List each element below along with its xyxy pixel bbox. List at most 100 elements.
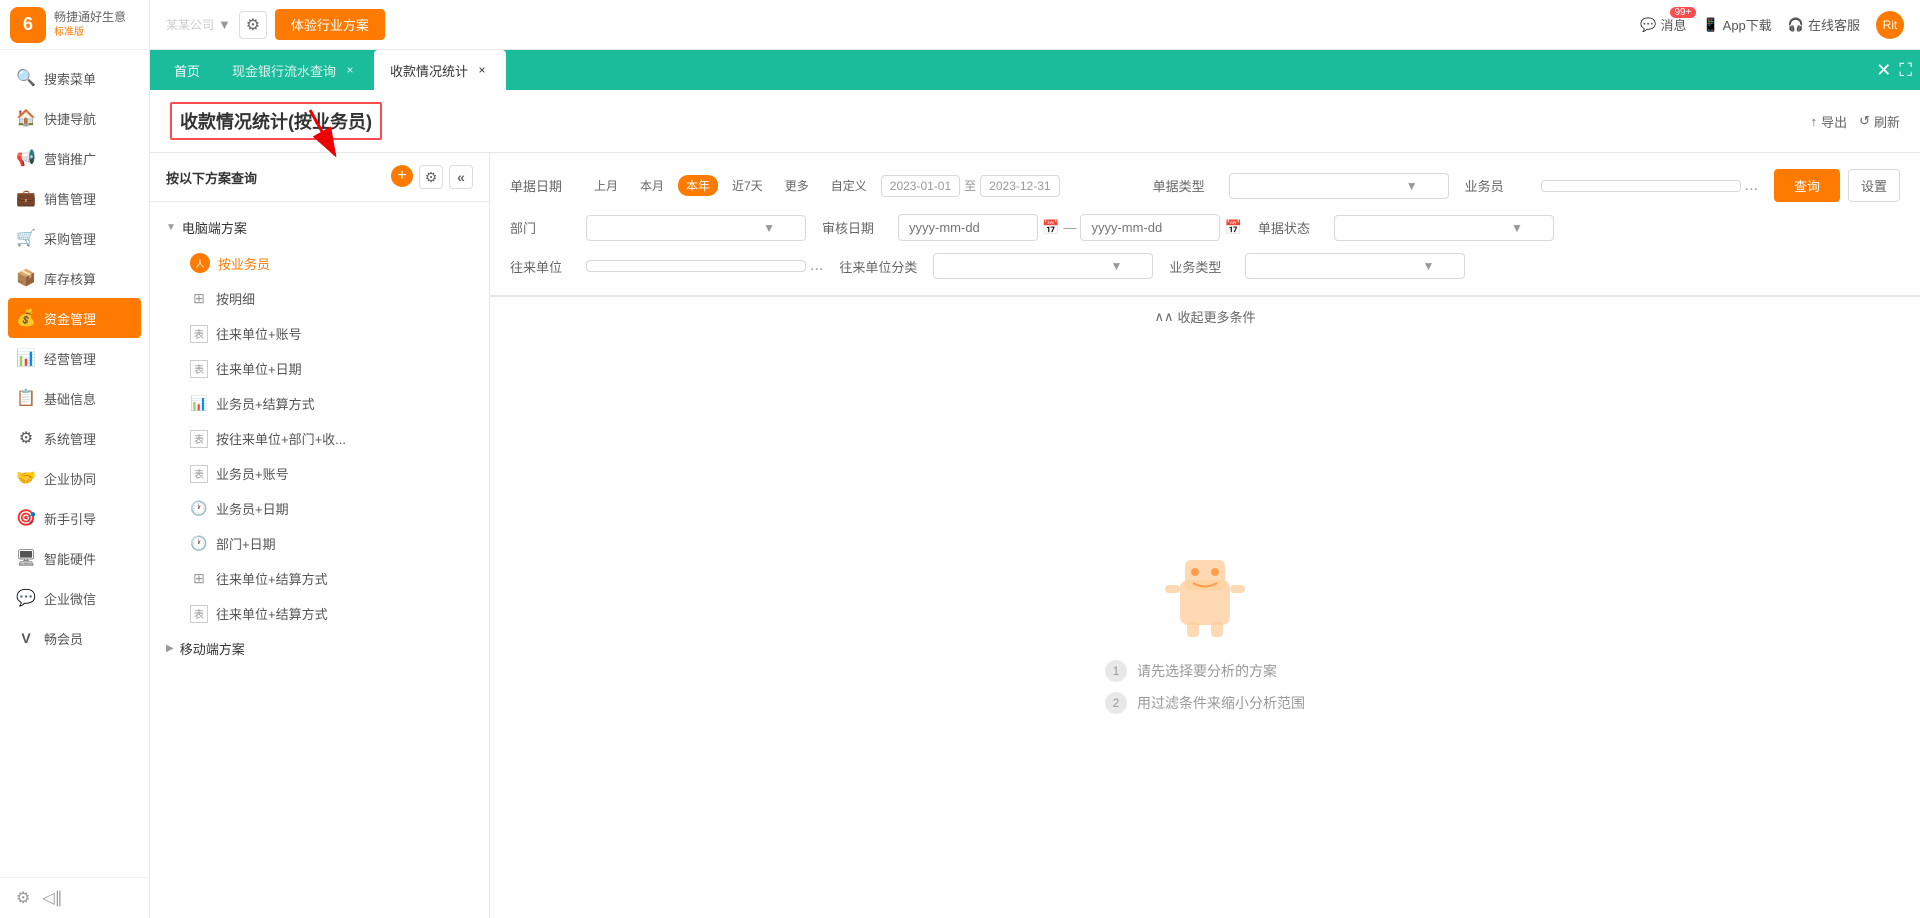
tab-maximize-button[interactable]: ⛶ <box>1899 60 1912 81</box>
refresh-button[interactable]: ↺ 刷新 <box>1859 112 1900 131</box>
date-this-month[interactable]: 本月 <box>632 175 672 196</box>
settings-button[interactable]: ⚙ <box>239 11 267 39</box>
tree-item-salesperson-settlement[interactable]: 📊 业务员+结算方式 <box>150 386 489 421</box>
tab-bar: 首页 现金银行流水查询 × 收款情况统计 × ✕ ⛶ <box>150 50 1920 90</box>
audit-cal-to-icon[interactable]: 📅 <box>1224 219 1241 236</box>
tree-item-by-salesperson[interactable]: 人 按业务员 <box>150 245 489 281</box>
sidebar-item-operation[interactable]: 📊 经营管理 <box>0 338 149 378</box>
enterprise-icon: 🤝 <box>16 468 36 488</box>
audit-cal-from-icon[interactable]: 📅 <box>1042 219 1059 236</box>
business-type-select[interactable]: ▼ <box>1245 253 1465 279</box>
sidebar-item-quick-nav[interactable]: 🏠 快捷导航 <box>0 98 149 138</box>
voucher-status-select[interactable]: ▼ <box>1334 215 1554 241</box>
collapse-up-icon: ∧∧ <box>1154 309 1173 325</box>
online-service-button[interactable]: 🎧 在线客服 <box>1788 15 1860 34</box>
tree-item-dept-date[interactable]: 🕐 部门+日期 <box>150 526 489 561</box>
date-this-year[interactable]: 本年 <box>678 175 718 196</box>
salesperson-account-icon: 表 <box>190 465 208 483</box>
user-avatar[interactable]: Rit <box>1876 11 1904 39</box>
system-icon: ⚙ <box>16 428 36 448</box>
sidebar-collapse-icon[interactable]: ◁∥ <box>42 888 62 908</box>
date-last-month[interactable]: 上月 <box>586 175 626 196</box>
bank-flow-tab-close[interactable]: × <box>342 62 358 78</box>
audit-date-to[interactable] <box>1080 214 1220 241</box>
scheme-button[interactable]: 体验行业方案 <box>275 9 385 40</box>
panel-add-button[interactable]: + <box>391 165 413 187</box>
partner-settlement1-icon: ⊞ <box>190 570 208 588</box>
sidebar-item-search-menu[interactable]: 🔍 搜索菜单 <box>0 58 149 98</box>
app-logo-icon: 6 <box>10 7 46 43</box>
tree-item-partner-settlement2[interactable]: 表 往来单位+结算方式 <box>150 596 489 631</box>
salesperson-select[interactable] <box>1541 180 1741 192</box>
partner-class-select[interactable]: ▼ <box>933 253 1153 279</box>
partner-select[interactable] <box>586 260 806 272</box>
sidebar-item-label: 新手引导 <box>44 509 96 528</box>
query-button[interactable]: 查询 <box>1774 169 1840 202</box>
sidebar-item-smart-hw[interactable]: 🖥 智能硬件 <box>0 538 149 578</box>
instruction-num-1: 1 <box>1105 660 1127 682</box>
download-icon: 📱 <box>1702 17 1718 33</box>
sidebar-item-marketing[interactable]: 📢 营销推广 <box>0 138 149 178</box>
panel-settings-button[interactable]: ⚙ <box>419 165 443 189</box>
sidebar-item-basic-info[interactable]: 📋 基础信息 <box>0 378 149 418</box>
salesperson-more-button[interactable]: ... <box>1745 177 1758 195</box>
tab-home[interactable]: 首页 <box>158 50 216 90</box>
sidebar-item-finance[interactable]: 💰 资金管理 <box>8 298 141 338</box>
tree-item-partner-date[interactable]: 表 往来单位+日期 <box>150 351 489 386</box>
breadcrumb: 某某公司 ▼ <box>166 16 231 33</box>
partner-account-icon: 表 <box>190 325 208 343</box>
sidebar-item-guide[interactable]: 🎯 新手引导 <box>0 498 149 538</box>
quick-nav-icon: 🏠 <box>16 108 36 128</box>
plus-icon: + <box>397 167 406 185</box>
dropdown-icon[interactable]: ▼ <box>218 17 231 32</box>
date-more[interactable]: 更多 <box>777 175 817 196</box>
tree-item-partner-account[interactable]: 表 往来单位+账号 <box>150 316 489 351</box>
tree-item-partner-dept[interactable]: 表 按往来单位+部门+收... <box>150 421 489 456</box>
date-last-7-days[interactable]: 近7天 <box>724 175 771 196</box>
audit-date-group: 📅 — 📅 <box>898 214 1242 241</box>
filter-settings-button[interactable]: 设置 <box>1848 169 1900 202</box>
sidebar-settings-icon[interactable]: ⚙ <box>16 888 30 908</box>
sidebar-item-member[interactable]: V 畅会员 <box>0 618 149 658</box>
tree-item-by-detail[interactable]: ⊞ 按明细 <box>150 281 489 316</box>
sidebar-item-label: 企业微信 <box>44 589 96 608</box>
service-icon: 🎧 <box>1788 17 1804 33</box>
export-button[interactable]: ↑ 导出 <box>1811 112 1848 131</box>
left-panel-title: 按以下方案查询 <box>166 168 257 187</box>
date-from[interactable]: 2023-01-01 <box>881 175 960 197</box>
date-custom[interactable]: 自定义 <box>823 175 875 196</box>
tab-collection[interactable]: 收款情况统计 × <box>374 50 506 90</box>
sidebar-item-enterprise[interactable]: 🤝 企业协同 <box>0 458 149 498</box>
tree-section-desktop-header[interactable]: ▼ 电脑端方案 <box>150 210 489 245</box>
message-button[interactable]: 💬 消息 99+ <box>1640 15 1686 34</box>
tree-item-salesperson-account[interactable]: 表 业务员+账号 <box>150 456 489 491</box>
tree-item-partner-settlement1[interactable]: ⊞ 往来单位+结算方式 <box>150 561 489 596</box>
voucher-type-select[interactable]: ▼ <box>1229 173 1449 199</box>
tab-close-all-button[interactable]: ✕ <box>1876 60 1891 81</box>
sidebar: 6 畅捷通好生意 标准版 🔍 搜索菜单 🏠 快捷导航 📢 营销推广 💼 销售管理… <box>0 0 150 918</box>
sidebar-item-sales[interactable]: 💼 销售管理 <box>0 178 149 218</box>
collapse-bar[interactable]: ∧∧ 收起更多条件 <box>490 296 1920 336</box>
dept-select[interactable]: ▼ <box>586 215 806 241</box>
sidebar-item-label: 营销推广 <box>44 149 96 168</box>
tab-bank-flow[interactable]: 现金银行流水查询 × <box>216 50 374 90</box>
sidebar-item-inventory[interactable]: 📦 库存核算 <box>0 258 149 298</box>
audit-date-from[interactable] <box>898 214 1038 241</box>
sidebar-item-wechat[interactable]: 💬 企业微信 <box>0 578 149 618</box>
inventory-icon: 📦 <box>16 268 36 288</box>
partner-more-button[interactable]: ... <box>810 257 823 275</box>
sidebar-item-system[interactable]: ⚙ 系统管理 <box>0 418 149 458</box>
date-to[interactable]: 2023-12-31 <box>980 175 1059 197</box>
collection-tab-close[interactable]: × <box>474 62 490 78</box>
panel-collapse-button[interactable]: « <box>449 165 473 189</box>
sidebar-item-purchase[interactable]: 🛒 采购管理 <box>0 218 149 258</box>
top-header: 某某公司 ▼ ⚙ 体验行业方案 💬 消息 99+ 📱 App下载 🎧 在线客服 … <box>150 0 1920 50</box>
content-area: 按以下方案查询 + ⚙ « ▼ <box>150 153 1920 918</box>
collection-tab-label: 收款情况统计 <box>390 61 468 80</box>
refresh-icon: ↺ <box>1859 113 1870 129</box>
tree-item-salesperson-date[interactable]: 🕐 业务员+日期 <box>150 491 489 526</box>
finance-icon: 💰 <box>16 308 36 328</box>
voucher-type-label: 单据类型 <box>1153 176 1213 195</box>
app-download-button[interactable]: 📱 App下载 <box>1702 15 1771 34</box>
tree-section-mobile-header[interactable]: ▶ 移动端方案 <box>150 631 489 666</box>
